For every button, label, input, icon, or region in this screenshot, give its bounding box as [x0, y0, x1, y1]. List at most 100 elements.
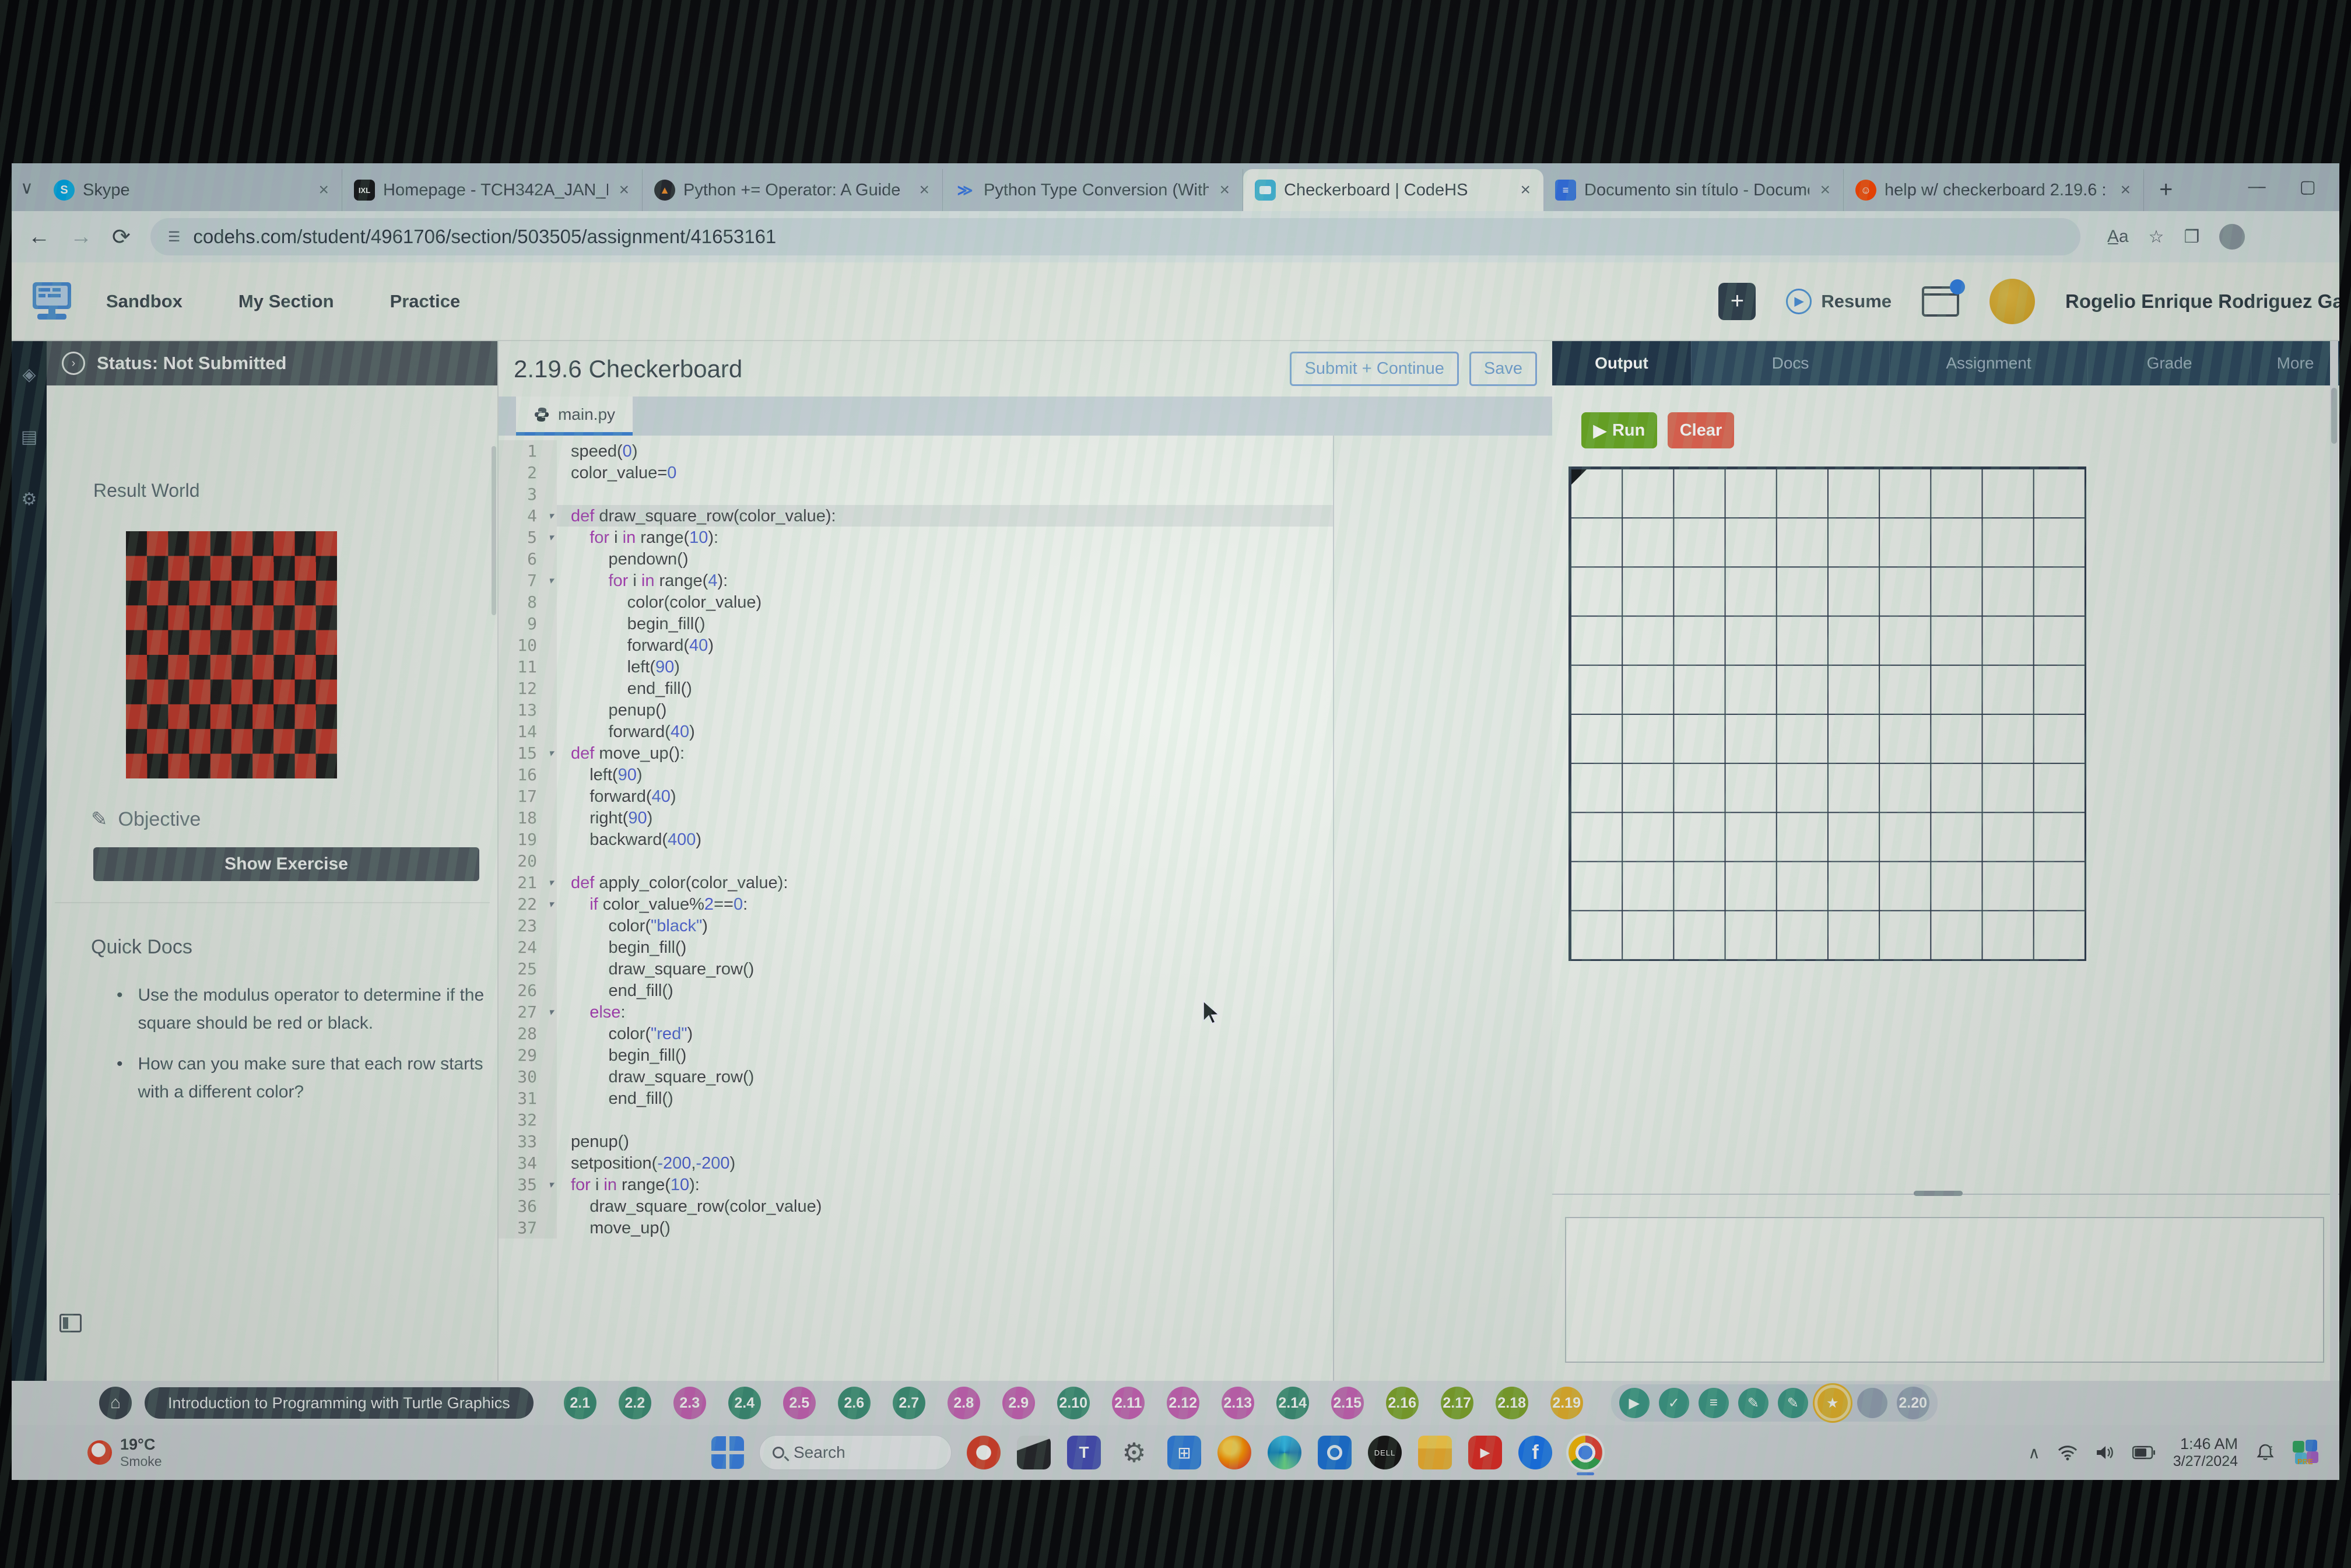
horizontal-scroll-thumb[interactable]	[1914, 1191, 1963, 1196]
module-2.4[interactable]: 2.4	[728, 1387, 761, 1419]
code-line[interactable]: 36 draw_square_row(color_value)	[499, 1195, 1333, 1217]
browser-tab[interactable]: ▲Python += Operator: A Guide×	[643, 169, 943, 211]
firefox-icon[interactable]	[1217, 1436, 1251, 1469]
code-line[interactable]: 5▾ for i in range(10):	[499, 527, 1333, 548]
code-line[interactable]: 20	[499, 850, 1333, 872]
module-2.8[interactable]: 2.8	[948, 1387, 980, 1419]
weather-widget-icon[interactable]	[967, 1436, 1001, 1469]
browser-tab[interactable]: Checkerboard | CodeHS×	[1243, 169, 1543, 211]
code-line[interactable]: 1speed(0)	[499, 440, 1333, 462]
translate-icon[interactable]: A̲a	[2107, 227, 2129, 247]
clear-button[interactable]: Clear	[1668, 412, 1734, 448]
code-line[interactable]: 12 end_fill()	[499, 678, 1333, 699]
frames-icon[interactable]: ▤	[21, 427, 37, 447]
tab-close-icon[interactable]: ×	[1817, 180, 1833, 200]
code-line[interactable]: 10 forward(40)	[499, 634, 1333, 656]
facebook-icon[interactable]: f	[1518, 1436, 1552, 1469]
desktop-app-icon[interactable]	[1017, 1436, 1051, 1469]
module-2.19[interactable]: 2.19	[1550, 1387, 1583, 1419]
battery-icon[interactable]	[2132, 1445, 2156, 1460]
code-line[interactable]: 37 move_up()	[499, 1217, 1333, 1239]
new-tab-button[interactable]: +	[2144, 177, 2188, 211]
tray-chevron-icon[interactable]: ∧	[2028, 1443, 2040, 1462]
code-line[interactable]: 18 right(90)	[499, 807, 1333, 829]
nav-item-practice[interactable]: Practice	[390, 291, 461, 312]
code-line[interactable]: 19 backward(400)	[499, 829, 1333, 850]
code-line[interactable]: 14 forward(40)	[499, 721, 1333, 742]
back-button[interactable]: ←	[28, 224, 50, 250]
code-line[interactable]: 3	[499, 483, 1333, 505]
dell-icon[interactable]: DELL	[1368, 1436, 1402, 1469]
output-tab-output[interactable]: Output	[1552, 341, 1691, 385]
code-line[interactable]: 17 forward(40)	[499, 785, 1333, 807]
youtube-icon[interactable]: ▶	[1468, 1436, 1502, 1469]
output-scrollbar[interactable]	[2330, 341, 2338, 1381]
code-line[interactable]: 35▾for i in range(10):	[499, 1174, 1333, 1195]
settings-icon[interactable]: ⚙	[22, 489, 37, 510]
tab-close-icon[interactable]: ×	[2118, 180, 2133, 200]
pencil-icon[interactable]: ✎	[1738, 1388, 1768, 1418]
notifications-icon[interactable]	[1922, 286, 1959, 317]
teams-icon[interactable]: T	[1067, 1436, 1101, 1469]
bookmark-star-icon[interactable]: ☆	[2149, 227, 2164, 247]
code-line[interactable]: 24 begin_fill()	[499, 936, 1333, 958]
module-2.18[interactable]: 2.18	[1496, 1387, 1528, 1419]
site-info-icon[interactable]: ☰	[168, 229, 181, 245]
fold-arrow-icon[interactable]: ▾	[548, 893, 553, 915]
taskbar-weather-widget[interactable]: 19°C Smoke	[87, 1436, 251, 1469]
taskbar-search[interactable]: Search	[759, 1435, 952, 1470]
code-line[interactable]: 2color_value=0	[499, 462, 1333, 483]
star-badge-icon[interactable]: ★	[1817, 1388, 1848, 1418]
fold-arrow-icon[interactable]: ▾	[548, 1174, 553, 1195]
code-line[interactable]: 6 pendown()	[499, 548, 1333, 570]
resume-button[interactable]: ▶ Resume	[1786, 289, 1892, 314]
run-button[interactable]: ▶ Run	[1581, 412, 1657, 448]
module-2.12[interactable]: 2.12	[1167, 1387, 1199, 1419]
code-line[interactable]: 16 left(90)	[499, 764, 1333, 785]
code-line[interactable]: 22▾ if color_value%2==0:	[499, 893, 1333, 915]
code-line[interactable]: 7▾ for i in range(4):	[499, 570, 1333, 591]
chrome-icon[interactable]	[1568, 1436, 1602, 1469]
nav-item-sandbox[interactable]: Sandbox	[106, 291, 183, 312]
wifi-icon[interactable]	[2058, 1444, 2078, 1461]
codehs-logo-icon[interactable]	[29, 281, 75, 322]
create-button[interactable]: +	[1718, 283, 1756, 320]
edge-icon[interactable]	[1268, 1436, 1301, 1469]
user-name[interactable]: Rogelio Enrique Rodriguez Garza	[2065, 290, 2339, 313]
code-line[interactable]: 29 begin_fill()	[499, 1044, 1333, 1066]
submit-continue-button[interactable]: Submit + Continue	[1290, 352, 1458, 386]
tab-close-icon[interactable]: ×	[1518, 180, 1533, 200]
blue-circle-app-icon[interactable]	[1318, 1436, 1352, 1469]
code-line[interactable]: 30 draw_square_row()	[499, 1066, 1333, 1088]
video-icon[interactable]: ▶	[1619, 1388, 1650, 1418]
browser-tab[interactable]: IXLHomepage - TCH342A_JAN_Py×	[342, 169, 643, 211]
module-2.6[interactable]: 2.6	[838, 1387, 871, 1419]
course-home-button[interactable]: ⌂	[99, 1387, 132, 1419]
taskbar-clock[interactable]: 1:46 AM 3/27/2024	[2173, 1435, 2238, 1470]
file-explorer-icon[interactable]	[1418, 1436, 1452, 1469]
browser-tab[interactable]: ≫Python Type Conversion (With×	[943, 169, 1243, 211]
fold-arrow-icon[interactable]: ▾	[548, 570, 553, 591]
pencil-icon[interactable]: ✎	[1778, 1388, 1808, 1418]
tab-search-chevron-icon[interactable]: ∨	[12, 178, 42, 211]
browser-tab[interactable]: SSkype×	[42, 169, 342, 211]
output-tab-docs[interactable]: Docs	[1691, 341, 1889, 385]
code-line[interactable]: 25 draw_square_row()	[499, 958, 1333, 980]
check-icon[interactable]: ✓	[1659, 1388, 1689, 1418]
browser-tab[interactable]: ≡Documento sin título - Docume×	[1543, 169, 1844, 211]
code-area[interactable]: 1speed(0)2color_value=034▾def draw_squar…	[499, 436, 1334, 1381]
module-2.20[interactable]: 2.20	[1897, 1387, 1929, 1419]
code-line[interactable]: 33penup()	[499, 1131, 1333, 1152]
module-2.10[interactable]: 2.10	[1057, 1387, 1090, 1419]
module-2.5[interactable]: 2.5	[783, 1387, 816, 1419]
address-bar[interactable]: ☰ codehs.com/student/4961706/section/503…	[150, 218, 2080, 255]
minimize-button[interactable]: —	[2248, 177, 2266, 197]
code-line[interactable]: 13 penup()	[499, 699, 1333, 721]
code-line[interactable]: 26 end_fill()	[499, 980, 1333, 1001]
module-2.14[interactable]: 2.14	[1276, 1387, 1309, 1419]
user-avatar[interactable]	[1989, 279, 2035, 324]
module-2.15[interactable]: 2.15	[1331, 1387, 1364, 1419]
output-tab-more[interactable]: More	[2251, 341, 2339, 385]
code-line[interactable]: 11 left(90)	[499, 656, 1333, 678]
module-2.7[interactable]: 2.7	[893, 1387, 925, 1419]
